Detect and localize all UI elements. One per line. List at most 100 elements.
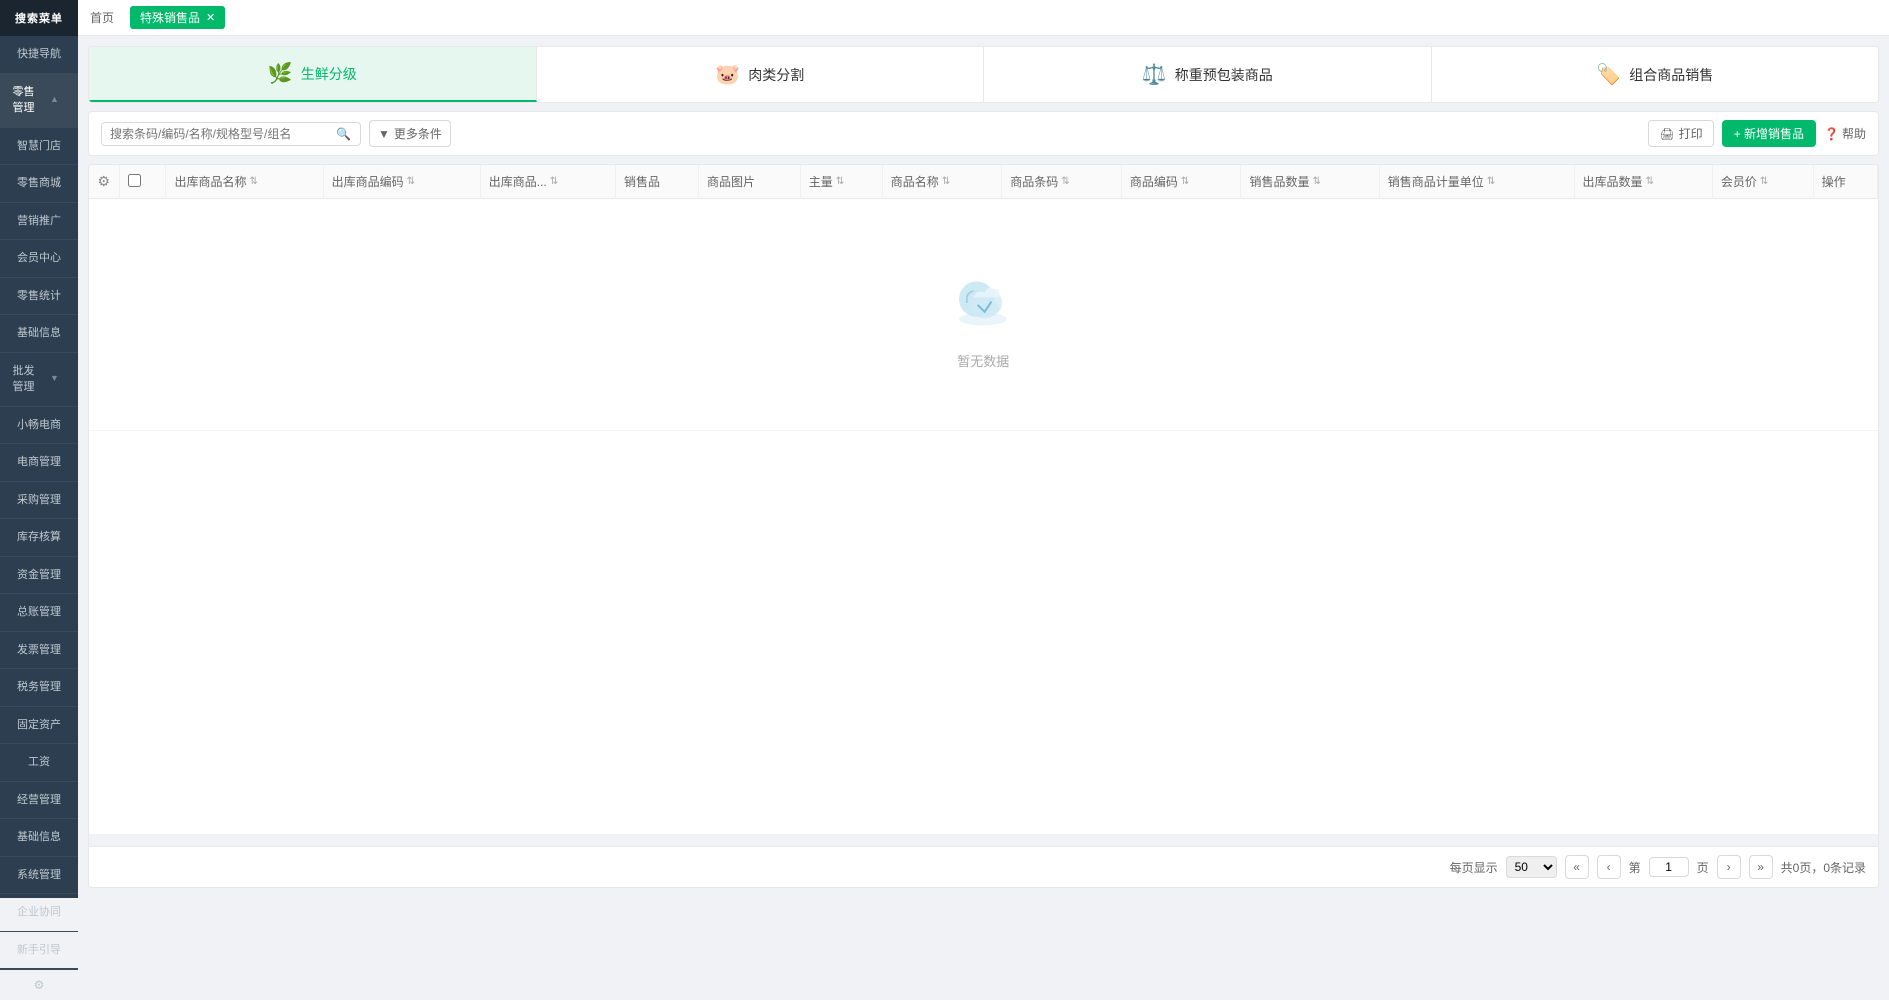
- sidebar-item-sysgmt[interactable]: 系统管理: [0, 857, 78, 895]
- fresh-icon: 🌿: [268, 61, 293, 86]
- sort-icon-outcode[interactable]: ⇅: [407, 176, 415, 187]
- filter-icon: ▼: [378, 127, 390, 141]
- filter-button[interactable]: ▼ 更多条件: [369, 120, 451, 147]
- main-content: 首页 特殊销售品 ✕ 🌿 生鲜分级 🐷 肉类分割 ⚖️ 称重预包装商品 🏷️: [78, 0, 1889, 898]
- sort-icon-saleqty[interactable]: ⇅: [1312, 176, 1320, 187]
- sidebar-item-baseinfo1[interactable]: 基础信息: [0, 315, 78, 353]
- sidebar-item-baseinfo2[interactable]: 基础信息: [0, 819, 78, 857]
- tab-tag-label: 特殊销售品: [140, 9, 200, 26]
- sidebar-item-salary[interactable]: 工资: [0, 744, 78, 782]
- combo-icon: 🏷️: [1596, 62, 1621, 87]
- meat-icon: 🐷: [715, 62, 740, 87]
- add-label: + 新增销售品: [1734, 125, 1804, 142]
- table-wrapper[interactable]: ⚙ 出库商品名称 ⇅: [89, 165, 1878, 834]
- empty-state: 暂无数据: [89, 199, 1878, 430]
- th-goods-code: 商品编码 ⇅: [1121, 165, 1241, 199]
- category-tabs: 🌿 生鲜分级 🐷 肉类分割 ⚖️ 称重预包装商品 🏷️ 组合商品销售: [88, 46, 1879, 103]
- sidebar-item-member[interactable]: 会员中心: [0, 240, 78, 278]
- search-input[interactable]: [110, 127, 330, 141]
- breadcrumb-home[interactable]: 首页: [90, 9, 114, 26]
- th-goods-name: 商品名称 ⇅: [882, 165, 1002, 199]
- sort-icon-saleunit[interactable]: ⇅: [1487, 176, 1495, 187]
- sort-icon-mainqty[interactable]: ⇅: [836, 176, 844, 187]
- sidebar-item-retailstat[interactable]: 零售统计: [0, 278, 78, 316]
- cat-tab-weight[interactable]: ⚖️ 称重预包装商品: [984, 47, 1432, 102]
- sort-icon-goodsname[interactable]: ⇅: [942, 176, 950, 187]
- th-checkbox[interactable]: [119, 165, 166, 199]
- sidebar-item-smartstore[interactable]: 智慧门店: [0, 128, 78, 166]
- settings-gear[interactable]: ⚙: [0, 969, 78, 1000]
- sort-icon-outname[interactable]: ⇅: [249, 176, 257, 187]
- th-sale-unit: 销售商品计量单位 ⇅: [1379, 165, 1574, 199]
- sidebar-item-purchase[interactable]: 采购管理: [0, 482, 78, 520]
- page-label: 第: [1629, 859, 1641, 876]
- sidebar-item-inventory[interactable]: 库存核算: [0, 519, 78, 557]
- th-member-price: 会员价 ⇅: [1712, 165, 1813, 199]
- prev-page-button[interactable]: ‹: [1597, 855, 1621, 879]
- th-sale-qty: 销售品数量 ⇅: [1241, 165, 1379, 199]
- sidebar-item-quicknav[interactable]: 快捷导航: [0, 36, 78, 74]
- help-label: 帮助: [1842, 125, 1866, 142]
- th-out-code: 出库商品编码 ⇅: [323, 165, 480, 199]
- toolbar: 🔍 ▼ 更多条件 🖨 打印 + 新增销售品 ❓ 帮助: [88, 111, 1879, 156]
- next-page-button[interactable]: ›: [1717, 855, 1741, 879]
- sidebar-item-retailmall[interactable]: 零售商城: [0, 165, 78, 203]
- add-button[interactable]: + 新增销售品: [1722, 120, 1816, 147]
- weight-icon: ⚖️: [1142, 62, 1167, 87]
- sidebar-item-tax[interactable]: 税务管理: [0, 669, 78, 707]
- page-unit: 页: [1697, 859, 1709, 876]
- sidebar-item-wholesale[interactable]: 批发管理 ▼: [0, 353, 78, 407]
- th-image: 商品图片: [698, 165, 800, 199]
- empty-icon: [943, 259, 1023, 339]
- pagination-bar: 每页显示 50 10 20 100 « ‹ 第 页 › » 共0页，0条记录: [89, 846, 1878, 887]
- toolbar-right: 🖨 打印 + 新增销售品 ❓ 帮助: [1648, 120, 1866, 147]
- sidebar-item-newbie[interactable]: 新手引导: [0, 932, 78, 970]
- data-table: ⚙ 出库商品名称 ⇅: [89, 165, 1878, 431]
- sidebar-item-assets[interactable]: 固定资产: [0, 707, 78, 745]
- per-page-select[interactable]: 50 10 20 100: [1506, 856, 1557, 878]
- sidebar-item-retail[interactable]: 零售管理 ▲: [0, 74, 78, 128]
- help-icon: ❓: [1824, 127, 1839, 141]
- print-icon: 🖨: [1659, 127, 1674, 141]
- sidebar-item-bizgmt[interactable]: 经营管理: [0, 782, 78, 820]
- sidebar-item-marketing[interactable]: 营销推广: [0, 203, 78, 241]
- sort-icon-outqty[interactable]: ⇅: [1646, 176, 1654, 187]
- sort-icon-goodscode[interactable]: ⇅: [1181, 176, 1189, 187]
- sidebar-item-ecommgmt[interactable]: 电商管理: [0, 444, 78, 482]
- total-info: 共0页，0条记录: [1781, 859, 1866, 876]
- print-label: 打印: [1679, 125, 1703, 142]
- th-gear[interactable]: ⚙: [89, 165, 119, 199]
- cat-tab-fresh-label: 生鲜分级: [301, 64, 357, 84]
- sidebar-item-invoice[interactable]: 发票管理: [0, 632, 78, 670]
- sort-icon-barcode[interactable]: ⇅: [1061, 176, 1069, 187]
- horizontal-scrollbar[interactable]: [89, 834, 1878, 846]
- sort-icon-memberprice[interactable]: ⇅: [1760, 176, 1768, 187]
- search-icon[interactable]: 🔍: [336, 127, 351, 141]
- empty-text: 暂无数据: [957, 351, 1009, 370]
- active-tab-tag[interactable]: 特殊销售品 ✕: [130, 6, 225, 29]
- sort-icon-outdot[interactable]: ⇅: [550, 176, 558, 187]
- print-button[interactable]: 🖨 打印: [1648, 120, 1713, 147]
- first-page-button[interactable]: «: [1565, 855, 1589, 879]
- search-box[interactable]: 🔍: [101, 122, 361, 146]
- help-button[interactable]: ❓ 帮助: [1824, 125, 1866, 142]
- toolbar-left: 🔍 ▼ 更多条件: [101, 120, 451, 147]
- sidebar-logo[interactable]: 搜索菜单: [0, 0, 78, 36]
- th-out-dot: 出库商品... ⇅: [480, 165, 615, 199]
- close-icon[interactable]: ✕: [206, 11, 215, 24]
- settings-icon[interactable]: ⚙: [97, 173, 110, 189]
- sidebar-item-ecommerce[interactable]: 小畅电商: [0, 407, 78, 445]
- filter-label: 更多条件: [394, 125, 442, 142]
- last-page-button[interactable]: »: [1749, 855, 1773, 879]
- cat-tab-combo[interactable]: 🏷️ 组合商品销售: [1432, 47, 1879, 102]
- sidebar-item-finance[interactable]: 资金管理: [0, 557, 78, 595]
- page-input[interactable]: [1649, 857, 1689, 877]
- th-out-qty: 出库品数量 ⇅: [1574, 165, 1712, 199]
- sidebar-item-corp[interactable]: 企业协同: [0, 894, 78, 932]
- select-all-checkbox[interactable]: [128, 174, 141, 187]
- per-page-label: 每页显示: [1450, 859, 1498, 876]
- sidebar: 搜索菜单 快捷导航 零售管理 ▲ 智慧门店 零售商城 营销推广 会员中心 零售统…: [0, 0, 78, 898]
- sidebar-item-ledger[interactable]: 总账管理: [0, 594, 78, 632]
- cat-tab-meat[interactable]: 🐷 肉类分割: [537, 47, 985, 102]
- cat-tab-fresh[interactable]: 🌿 生鲜分级: [89, 47, 537, 102]
